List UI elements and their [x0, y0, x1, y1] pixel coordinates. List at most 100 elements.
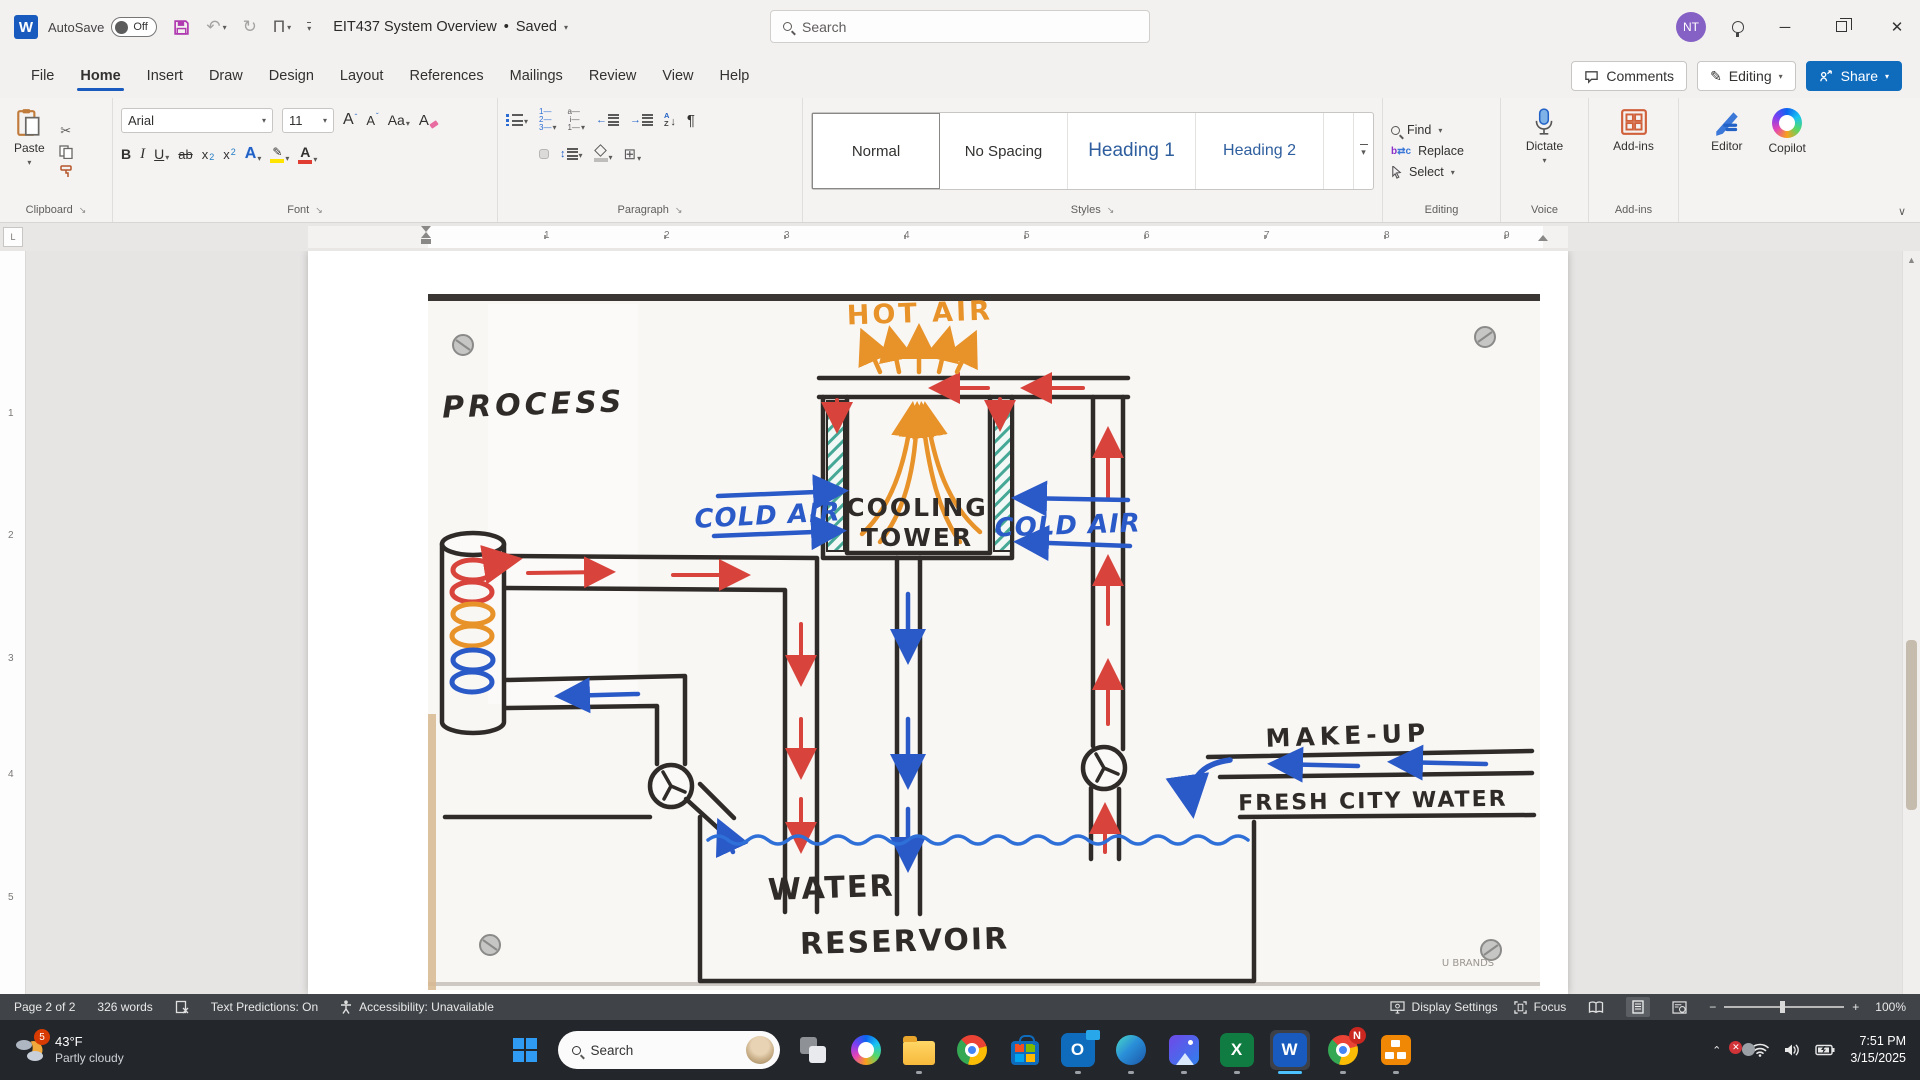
excel-button[interactable]: X: [1217, 1030, 1257, 1074]
zoom-slider[interactable]: − +: [1709, 1000, 1859, 1014]
collapse-ribbon-button[interactable]: ∨: [1898, 205, 1906, 218]
document-title[interactable]: EIT437 System Overview • Saved ▾: [333, 19, 568, 35]
taskbar-search[interactable]: Search: [557, 1031, 780, 1069]
autosave-toggle[interactable]: Off: [111, 17, 158, 37]
chrome-profile-button[interactable]: N: [1323, 1027, 1366, 1074]
clear-formatting-button[interactable]: A: [419, 112, 439, 129]
styles-dialog-launcher[interactable]: ↘: [1107, 205, 1115, 216]
copilot-button[interactable]: Copilot: [1763, 104, 1812, 198]
cut-button[interactable]: ✂: [59, 123, 73, 139]
line-spacing-button[interactable]: ↕ ▾: [560, 148, 583, 160]
style-normal[interactable]: Normal: [812, 113, 940, 189]
proofing-errors-button[interactable]: [175, 1000, 189, 1014]
zoom-percent[interactable]: 100%: [1875, 1000, 1906, 1014]
font-size-combo[interactable]: 11 ▾: [282, 107, 334, 133]
tab-file[interactable]: File: [18, 59, 67, 93]
tab-layout[interactable]: Layout: [327, 59, 397, 93]
shrink-font-button[interactable]: Aˇ: [366, 112, 378, 128]
tab-review[interactable]: Review: [576, 59, 650, 93]
print-layout-button[interactable]: [1626, 997, 1651, 1017]
format-painter-button[interactable]: [59, 165, 73, 179]
clipboard-dialog-launcher[interactable]: ↘: [79, 205, 87, 216]
subscript-button[interactable]: x2: [202, 147, 215, 162]
tab-selector[interactable]: L: [3, 227, 23, 247]
scrollbar-thumb[interactable]: [1906, 640, 1917, 810]
copilot-taskbar-button[interactable]: [846, 1030, 886, 1070]
share-button[interactable]: Share ▾: [1805, 61, 1902, 91]
weather-widget[interactable]: 5 43°F Partly cloudy: [0, 1029, 330, 1067]
outlook-button[interactable]: O: [1058, 1030, 1100, 1074]
zoom-out-button[interactable]: −: [1709, 1000, 1716, 1014]
zoom-thumb[interactable]: [1780, 1001, 1786, 1013]
tab-home[interactable]: Home: [67, 59, 133, 93]
tab-design[interactable]: Design: [256, 59, 327, 93]
zoom-track[interactable]: [1724, 1001, 1845, 1013]
search-box[interactable]: Search: [770, 10, 1150, 43]
scroll-up-arrow[interactable]: ▲: [1903, 251, 1920, 265]
microsoft-store-button[interactable]: [1005, 1030, 1045, 1070]
text-predictions[interactable]: Text Predictions: On: [211, 1000, 318, 1014]
tab-insert[interactable]: Insert: [134, 59, 196, 93]
word-taskbar-button[interactable]: W: [1269, 1030, 1310, 1074]
highlight-button[interactable]: ✎ ▾: [270, 146, 289, 163]
left-indent-marker[interactable]: [421, 226, 431, 244]
shading-button[interactable]: ▾: [593, 144, 613, 162]
diagram-app-button[interactable]: [1376, 1030, 1416, 1074]
increase-indent-button[interactable]: →: [630, 114, 653, 126]
show-formatting-button[interactable]: ¶: [687, 112, 695, 129]
justify-button[interactable]: [539, 149, 549, 159]
tab-mailings[interactable]: Mailings: [497, 59, 576, 93]
addins-button[interactable]: Add-ins: [1607, 104, 1660, 198]
horizontal-ruler[interactable]: L 1 2 3 4 5 6 7 8 9: [0, 223, 1920, 251]
superscript-button[interactable]: x2: [223, 147, 236, 162]
change-case-button[interactable]: Aa ▾: [388, 112, 410, 128]
page-indicator[interactable]: Page 2 of 2: [14, 1000, 75, 1014]
tab-help[interactable]: Help: [707, 59, 763, 93]
replace-button[interactable]: b⇄c Replace: [1391, 144, 1464, 158]
word-app-icon[interactable]: W: [14, 15, 38, 39]
lightbulb-icon[interactable]: [1732, 21, 1744, 37]
styles-more-button[interactable]: ▾: [1353, 113, 1373, 189]
document-canvas[interactable]: PROCESS HOT AIR COLD AIR COLD AIR COOLIN…: [26, 251, 1902, 994]
save-button[interactable]: [173, 19, 190, 36]
display-settings-button[interactable]: Display Settings: [1389, 1000, 1498, 1014]
select-button[interactable]: Select ▾: [1391, 165, 1464, 179]
whiteboard-photo[interactable]: PROCESS HOT AIR COLD AIR COLD AIR COOLIN…: [428, 294, 1540, 990]
strikethrough-button[interactable]: ab: [178, 147, 192, 162]
multilevel-list-button[interactable]: a— i— 1— ▾: [567, 108, 584, 133]
dictate-button[interactable]: Dictate ▾: [1520, 104, 1569, 198]
font-name-combo[interactable]: Arial ▾: [121, 107, 273, 133]
task-view-button[interactable]: [793, 1030, 833, 1070]
hidden-icons-button[interactable]: ⌃: [1712, 1044, 1721, 1057]
volume-icon[interactable]: [1784, 1043, 1800, 1057]
bing-daily-image[interactable]: [745, 1036, 774, 1064]
clock[interactable]: 7:51 PM 3/15/2025: [1850, 1033, 1906, 1067]
focus-button[interactable]: Focus: [1513, 1000, 1566, 1014]
start-button[interactable]: [505, 1030, 545, 1070]
autosave-control[interactable]: AutoSave Off: [48, 17, 158, 37]
read-mode-button[interactable]: [1582, 998, 1610, 1017]
style-heading2[interactable]: Heading 2: [1196, 113, 1324, 189]
minimize-button[interactable]: ─: [1770, 19, 1800, 36]
comments-button[interactable]: Comments: [1571, 61, 1688, 91]
paste-button[interactable]: Paste ▾: [8, 104, 51, 198]
decrease-indent-button[interactable]: ←: [596, 114, 619, 126]
font-dialog-launcher[interactable]: ↘: [315, 205, 323, 216]
bold-button[interactable]: B: [121, 146, 131, 162]
borders-button[interactable]: ⊞ ▾: [624, 145, 642, 163]
right-indent-marker[interactable]: [1538, 235, 1548, 241]
tab-references[interactable]: References: [396, 59, 496, 93]
battery-icon[interactable]: [1815, 1044, 1835, 1056]
close-button[interactable]: ✕: [1882, 18, 1912, 36]
web-layout-button[interactable]: [1666, 998, 1693, 1017]
chrome-button[interactable]: [952, 1030, 992, 1070]
style-no-spacing[interactable]: No Spacing: [940, 113, 1068, 189]
tab-draw[interactable]: Draw: [196, 59, 256, 93]
accessibility-status[interactable]: Accessibility: Unavailable: [340, 1000, 494, 1014]
copy-button[interactable]: [59, 145, 73, 159]
user-avatar[interactable]: NT: [1676, 12, 1706, 42]
vertical-ruler[interactable]: 1 2 3 4 5: [0, 251, 26, 994]
sort-button[interactable]: A Z ↓: [664, 111, 676, 128]
photos-button[interactable]: [1164, 1030, 1204, 1074]
paragraph-dialog-launcher[interactable]: ↘: [675, 205, 683, 216]
